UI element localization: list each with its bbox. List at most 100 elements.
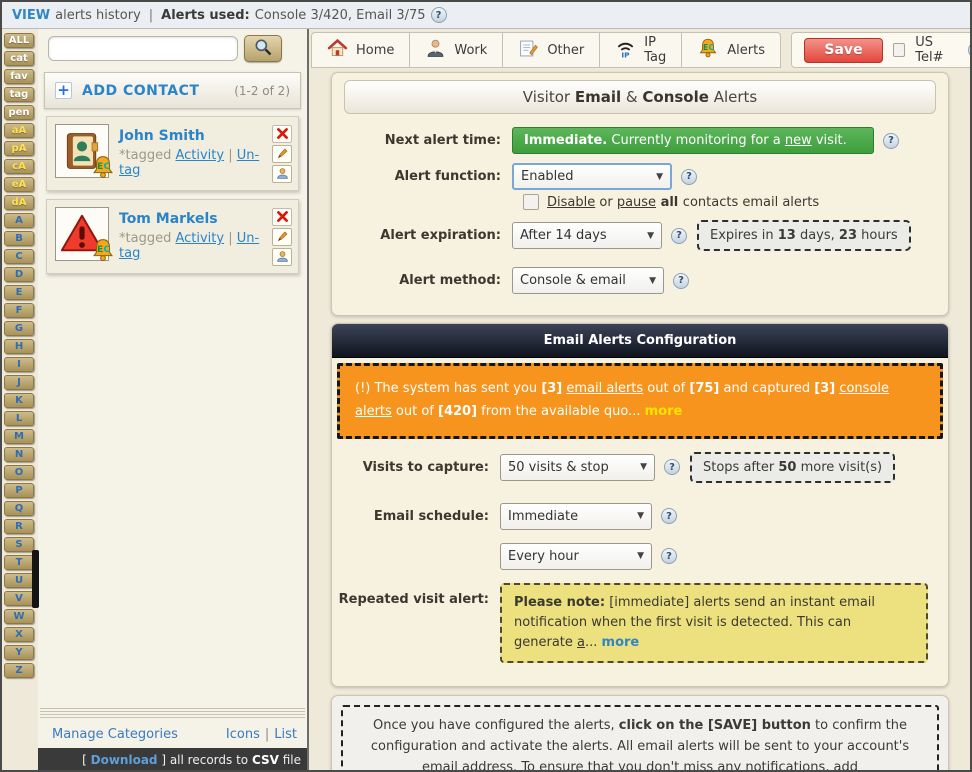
help-icon[interactable]: ? bbox=[664, 459, 680, 475]
sidebar-tab-tag[interactable]: tag bbox=[4, 87, 34, 102]
alert-expiration-select[interactable]: After 14 days▼ bbox=[512, 222, 662, 249]
disable-all-row: Disable or pause all contacts email aler… bbox=[523, 194, 936, 210]
save-group: Save US Tel# ? bbox=[791, 32, 972, 68]
us-tel-checkbox[interactable] bbox=[893, 43, 905, 57]
pause-link[interactable]: pause bbox=[617, 195, 656, 210]
sidebar-tab-z[interactable]: Z bbox=[4, 663, 34, 678]
sidebar-tab-ca[interactable]: cA bbox=[4, 159, 34, 174]
list-link[interactable]: List bbox=[274, 727, 297, 742]
sidebar-tab-pa[interactable]: pA bbox=[4, 141, 34, 156]
delete-contact-button[interactable] bbox=[272, 208, 292, 226]
sidebar-tab-c[interactable]: C bbox=[4, 249, 34, 264]
sidebar-tab-v[interactable]: V bbox=[4, 591, 34, 606]
delete-contact-button[interactable] bbox=[272, 125, 292, 143]
help-icon[interactable]: ? bbox=[431, 7, 447, 23]
help-icon[interactable]: ? bbox=[661, 548, 677, 564]
sidebar-tab-u[interactable]: U bbox=[4, 573, 34, 588]
sidebar-tab-fav[interactable]: fav bbox=[4, 69, 34, 84]
bracket: [ bbox=[82, 753, 91, 767]
sidebar-tab-w[interactable]: W bbox=[4, 609, 34, 624]
email-config-header: Email Alerts Configuration bbox=[332, 324, 948, 358]
resize-grip[interactable] bbox=[38, 706, 307, 720]
tab-alerts[interactable]: EC Alerts bbox=[682, 33, 780, 67]
save-button[interactable]: Save bbox=[804, 38, 883, 63]
sidebar-tab-d[interactable]: D bbox=[4, 267, 34, 282]
sidebar-tab-a[interactable]: A bbox=[4, 213, 34, 228]
tab-ip-tag[interactable]: IP IP Tag bbox=[600, 33, 682, 67]
search-button[interactable] bbox=[244, 35, 282, 62]
sidebar-tab-pen[interactable]: pen bbox=[4, 105, 34, 120]
icons-link[interactable]: Icons bbox=[226, 727, 260, 742]
contact-name[interactable]: Tom Markels bbox=[119, 211, 272, 227]
warning-triangle-icon: EC bbox=[55, 207, 109, 261]
sidebar-tab-all[interactable]: ALL bbox=[4, 33, 34, 48]
visits-to-capture-row: Visits to capture: 50 visits & stop▼ ? S… bbox=[332, 452, 948, 483]
svg-text:E: E bbox=[703, 43, 708, 52]
activity-link[interactable]: Activity bbox=[175, 148, 224, 163]
activity-link[interactable]: Activity bbox=[175, 231, 224, 246]
tab-home[interactable]: Home bbox=[312, 33, 410, 67]
add-contact-label[interactable]: ADD CONTACT bbox=[82, 83, 234, 99]
disable-all-checkbox[interactable] bbox=[523, 194, 539, 210]
sidebar-tab-f[interactable]: F bbox=[4, 303, 34, 318]
sidebar-tab-da[interactable]: dA bbox=[4, 195, 34, 210]
save-instructions: Once you have configured the alerts, cli… bbox=[341, 705, 939, 772]
sidebar-tab-g[interactable]: G bbox=[4, 321, 34, 336]
help-icon[interactable]: ? bbox=[673, 273, 689, 289]
sidebar-tab-l[interactable]: L bbox=[4, 411, 34, 426]
sidebar-tab-r[interactable]: R bbox=[4, 519, 34, 534]
sidebar-tab-s[interactable]: S bbox=[4, 537, 34, 552]
alert-method-select[interactable]: Console & email▼ bbox=[512, 267, 664, 294]
download-link[interactable]: Download bbox=[91, 753, 158, 767]
us-tel-label: US Tel# bbox=[915, 35, 958, 65]
sidebar-tab-h[interactable]: H bbox=[4, 339, 34, 354]
sidebar-tab-p[interactable]: P bbox=[4, 483, 34, 498]
panel-drag-handle[interactable] bbox=[32, 550, 39, 608]
sidebar-tab-q[interactable]: Q bbox=[4, 501, 34, 516]
sidebar-tab-o[interactable]: O bbox=[4, 465, 34, 480]
sidebar-tab-j[interactable]: J bbox=[4, 375, 34, 390]
tab-other[interactable]: Other bbox=[503, 33, 600, 67]
view-history-link[interactable]: VIEW bbox=[12, 8, 50, 23]
schedule-frequency-select[interactable]: Every hour▼ bbox=[500, 543, 652, 570]
sidebar-tab-n[interactable]: N bbox=[4, 447, 34, 462]
disable-link[interactable]: Disable bbox=[547, 195, 595, 210]
search-input[interactable] bbox=[48, 36, 238, 61]
sidebar-tab-t[interactable]: T bbox=[4, 555, 34, 570]
add-contact-bar[interactable]: + ADD CONTACT (1-2 of 2) bbox=[44, 72, 301, 109]
more-link[interactable]: more bbox=[645, 404, 683, 419]
manage-categories-link[interactable]: Manage Categories bbox=[52, 727, 226, 742]
chevron-down-icon: ▼ bbox=[637, 511, 644, 521]
edit-contact-button[interactable] bbox=[272, 228, 292, 246]
help-icon[interactable]: ? bbox=[671, 228, 687, 244]
help-icon[interactable]: ? bbox=[681, 169, 697, 185]
person-icon bbox=[276, 165, 289, 184]
alert-function-select[interactable]: Enabled▼ bbox=[512, 163, 672, 190]
tab-work[interactable]: Work bbox=[410, 33, 503, 67]
email-alerts-link[interactable]: email alerts bbox=[566, 381, 643, 396]
contact-name[interactable]: John Smith bbox=[119, 128, 272, 144]
search-icon bbox=[253, 37, 273, 61]
sidebar-tab-m[interactable]: M bbox=[4, 429, 34, 444]
sidebar-tab-x[interactable]: X bbox=[4, 627, 34, 642]
sidebar-tab-k[interactable]: K bbox=[4, 393, 34, 408]
sidebar-tab-ea[interactable]: eA bbox=[4, 177, 34, 192]
sidebar-tab-y[interactable]: Y bbox=[4, 645, 34, 660]
sidebar-tab-b[interactable]: B bbox=[4, 231, 34, 246]
sidebar-tab-aa[interactable]: aA bbox=[4, 123, 34, 138]
more-link[interactable]: more bbox=[602, 635, 640, 650]
visits-to-capture-select[interactable]: 50 visits & stop▼ bbox=[500, 454, 655, 481]
edit-contact-button[interactable] bbox=[272, 145, 292, 163]
contact-card[interactable]: EC John Smith *tagged Activity | Un-tag bbox=[46, 116, 299, 191]
sidebar-tab-i[interactable]: I bbox=[4, 357, 34, 372]
help-icon[interactable]: ? bbox=[883, 133, 899, 149]
help-icon[interactable]: ? bbox=[661, 508, 677, 524]
profile-contact-button[interactable] bbox=[272, 165, 292, 183]
sidebar-tab-e[interactable]: E bbox=[4, 285, 34, 300]
contact-card[interactable]: EC Tom Markels *tagged Activity | Un-tag bbox=[46, 199, 299, 274]
help-icon[interactable]: ? bbox=[968, 42, 972, 58]
email-schedule-select[interactable]: Immediate▼ bbox=[500, 503, 652, 530]
sidebar-tab-cat[interactable]: cat bbox=[4, 51, 34, 66]
next-alert-label: Next alert time: bbox=[344, 133, 512, 148]
profile-contact-button[interactable] bbox=[272, 248, 292, 266]
